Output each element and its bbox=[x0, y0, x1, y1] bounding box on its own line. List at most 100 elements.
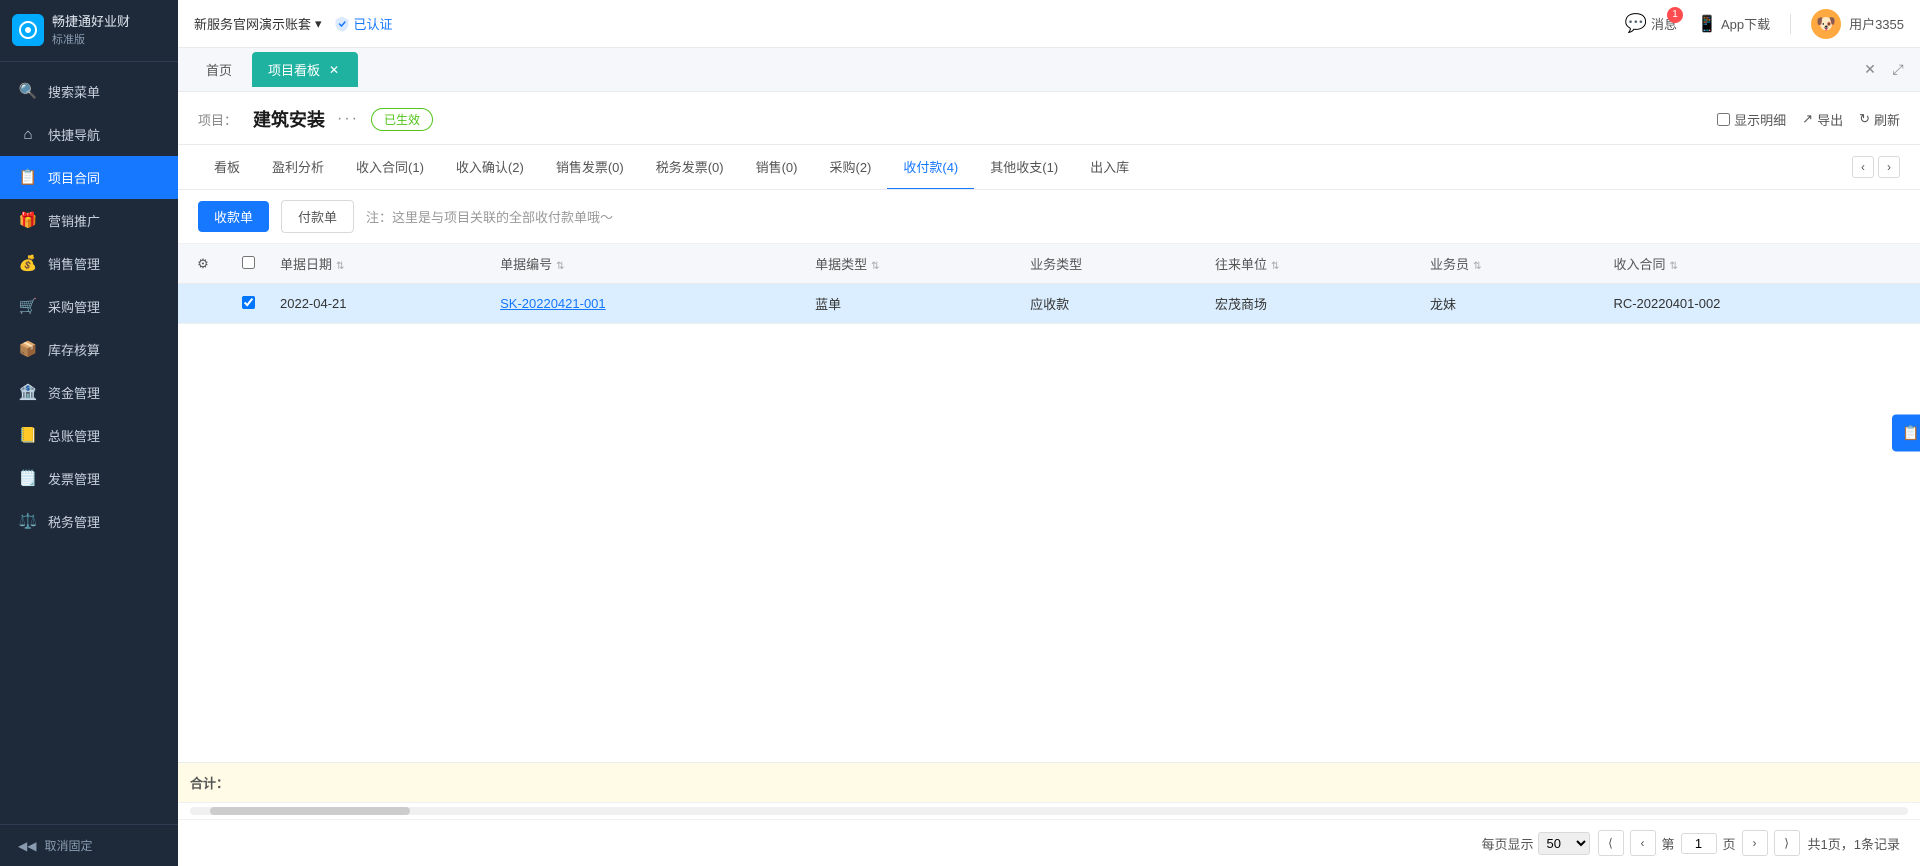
sidebar: 畅捷通好业财 标准版 🔍 搜索菜单 ⌂快捷导航📋项目合同🎁营销推广💰销售管理 🛒 采购管… bbox=[0, 0, 178, 866]
prev-page-btn[interactable]: ‹ bbox=[1630, 830, 1656, 856]
sidebar-item-contract[interactable]: 📋项目合同 bbox=[0, 156, 178, 199]
sidebar-item-marketing[interactable]: 🎁营销推广 bbox=[0, 199, 178, 242]
col-salesman[interactable]: 业务员⇅ bbox=[1418, 244, 1601, 284]
pagination: 每页显示 50 10 20 100 ⟨ ‹ 第 页 › ⟩ 共1页，1条记录 bbox=[178, 819, 1920, 866]
tab-home[interactable]: 首页 bbox=[190, 52, 248, 87]
scrollbar-track bbox=[190, 807, 1908, 815]
tab-close-icon[interactable]: ✕ bbox=[326, 62, 342, 78]
sub-tab-purchase[interactable]: 采购(2) bbox=[813, 145, 887, 190]
col-date[interactable]: 单据日期⇅ bbox=[268, 244, 488, 284]
page-size-select: 每页显示 50 10 20 100 bbox=[1481, 832, 1589, 855]
export-button[interactable]: ↗ 导出 bbox=[1802, 110, 1843, 129]
topbar: 新服务官网演示账套 ▾ 已认证 💬 消息 1 📱 App下载 bbox=[178, 0, 1920, 48]
nav-label-inventory: 库存核算 bbox=[48, 340, 100, 359]
project-actions: 显示明细 ↗ 导出 ↻ 刷新 bbox=[1717, 110, 1900, 129]
sidebar-item-search[interactable]: 🔍 搜索菜单 bbox=[0, 70, 178, 113]
show-detail-input[interactable] bbox=[1717, 113, 1730, 126]
nav-label-finance: 资金管理 bbox=[48, 383, 100, 402]
page-label: 第 bbox=[1662, 834, 1675, 853]
row-code-0[interactable]: SK-20220421-001 bbox=[488, 284, 803, 324]
scrollbar-thumb[interactable] bbox=[210, 807, 410, 815]
close-button[interactable]: ✕ bbox=[1860, 60, 1880, 80]
sort-partner-icon: ⇅ bbox=[1271, 261, 1279, 272]
select-all-checkbox[interactable] bbox=[242, 256, 255, 269]
float-icon: 📋 bbox=[1904, 424, 1920, 441]
sidebar-item-invoice[interactable]: 🗒️发票管理 bbox=[0, 457, 178, 500]
sidebar-item-sales[interactable]: 💰销售管理 bbox=[0, 242, 178, 285]
sidebar-item-inventory[interactable]: 📦 库存核算 bbox=[0, 328, 178, 371]
sub-tab-in-out[interactable]: 出入库 bbox=[1074, 145, 1145, 190]
horizontal-scrollbar-row bbox=[178, 802, 1920, 819]
row-contract-0: RC-20220401-002 bbox=[1601, 284, 1920, 324]
page-size-label: 每页显示 bbox=[1481, 834, 1533, 853]
sidebar-header: 畅捷通好业财 标准版 bbox=[0, 0, 178, 62]
total-label: 合计： bbox=[190, 773, 229, 792]
dropdown-icon: ▾ bbox=[315, 16, 322, 32]
nav-icon-purchase: 🛒 bbox=[18, 297, 38, 315]
page-number-input[interactable] bbox=[1681, 833, 1717, 854]
row-check-0[interactable] bbox=[228, 284, 268, 324]
nav-icon-search: 🔍 bbox=[18, 82, 38, 100]
float-quick-button[interactable]: 📋 bbox=[1892, 414, 1920, 451]
table-row[interactable]: 2022-04-21 SK-20220421-001 蓝单 应收款 宏茂商场 龙… bbox=[178, 284, 1920, 324]
nav-icon-tax: ⚖️ bbox=[18, 512, 38, 530]
sidebar-item-finance[interactable]: 🏦资金管理 bbox=[0, 371, 178, 414]
nav-label-search: 搜索菜单 bbox=[48, 82, 100, 101]
filter-note: 注：这里是与项目关联的全部收付款单哦～ bbox=[366, 207, 613, 226]
more-button[interactable]: ··· bbox=[337, 110, 359, 128]
sub-tab-kanban[interactable]: 看板 bbox=[198, 145, 256, 190]
account-selector[interactable]: 新服务官网演示账套 ▾ bbox=[194, 14, 322, 33]
status-badge: 已生效 bbox=[371, 108, 433, 131]
sub-tab-sales-invoice[interactable]: 销售发票(0) bbox=[540, 145, 640, 190]
page-nav: ⟨ ‹ 第 页 › ⟩ bbox=[1598, 830, 1800, 856]
sub-tab-income-confirm[interactable]: 收入确认(2) bbox=[440, 145, 540, 190]
refresh-button[interactable]: ↻ 刷新 bbox=[1859, 110, 1900, 129]
maximize-button[interactable]: ⤢ bbox=[1888, 60, 1908, 80]
page-size-dropdown[interactable]: 50 10 20 100 bbox=[1538, 832, 1590, 855]
sub-tab-sales[interactable]: 销售(0) bbox=[740, 145, 814, 190]
sidebar-item-quicknav[interactable]: ⌂快捷导航 bbox=[0, 113, 178, 156]
certified-label: 已认证 bbox=[354, 14, 393, 33]
col-income-contract[interactable]: 收入合同⇅ bbox=[1601, 244, 1920, 284]
first-page-btn[interactable]: ⟨ bbox=[1598, 830, 1624, 856]
window-controls: ✕ ⤢ bbox=[1860, 60, 1908, 80]
sort-contract-icon: ⇅ bbox=[1669, 261, 1677, 272]
account-name: 新服务官网演示账套 bbox=[194, 14, 311, 33]
last-page-btn[interactable]: ⟩ bbox=[1774, 830, 1800, 856]
row-salesman-0: 龙妹 bbox=[1418, 284, 1601, 324]
sub-tab-income-contract[interactable]: 收入合同(1) bbox=[340, 145, 440, 190]
next-page-btn[interactable]: › bbox=[1742, 830, 1768, 856]
nav-label-purchase: 采购管理 bbox=[48, 297, 100, 316]
nav-icon-inventory: 📦 bbox=[18, 340, 38, 358]
col-code[interactable]: 单据编号⇅ bbox=[488, 244, 803, 284]
sub-tab-receipt[interactable]: 收付款(4) bbox=[887, 145, 974, 190]
unpin-button[interactable]: ◀◀ 取消固定 bbox=[0, 824, 178, 866]
nav-label-sales: 销售管理 bbox=[48, 254, 100, 273]
sub-tab-tax-invoice[interactable]: 税务发票(0) bbox=[640, 145, 740, 190]
receipt-btn[interactable]: 收款单 bbox=[198, 201, 269, 232]
sidebar-item-purchase[interactable]: 🛒 采购管理 bbox=[0, 285, 178, 328]
col-gear[interactable]: ⚙ bbox=[178, 244, 228, 284]
user-menu[interactable]: 🐶 用户3355 bbox=[1811, 9, 1904, 39]
sub-tab-next[interactable]: › bbox=[1878, 156, 1900, 178]
tab-home-label: 首页 bbox=[206, 60, 232, 79]
show-detail-checkbox[interactable]: 显示明细 bbox=[1717, 110, 1786, 129]
tab-project-board[interactable]: 项目看板 ✕ bbox=[252, 52, 358, 87]
sidebar-item-ledger[interactable]: 📒总账管理 bbox=[0, 414, 178, 457]
nav-label-quicknav: 快捷导航 bbox=[48, 125, 100, 144]
app-download-button[interactable]: 📱 App下载 bbox=[1697, 14, 1770, 34]
data-table-container: ⚙ 单据日期⇅ 单据编号⇅ 单据类型⇅ 业务类型 bbox=[178, 244, 1920, 762]
message-button[interactable]: 💬 消息 1 bbox=[1625, 13, 1677, 34]
sidebar-item-tax[interactable]: ⚖️税务管理 bbox=[0, 500, 178, 543]
payment-btn[interactable]: 付款单 bbox=[281, 200, 354, 233]
sort-code-icon: ⇅ bbox=[556, 261, 564, 272]
col-biz-type: 业务类型 bbox=[1018, 244, 1203, 284]
col-partner[interactable]: 往来单位⇅ bbox=[1203, 244, 1418, 284]
col-type[interactable]: 单据类型⇅ bbox=[803, 244, 1018, 284]
refresh-icon: ↻ bbox=[1859, 111, 1870, 127]
sub-tab-other-expense[interactable]: 其他收支(1) bbox=[974, 145, 1074, 190]
message-icon: 💬 bbox=[1625, 13, 1647, 34]
shield-icon bbox=[334, 16, 350, 32]
sub-tab-profit[interactable]: 盈利分析 bbox=[256, 145, 340, 190]
sub-tab-prev[interactable]: ‹ bbox=[1852, 156, 1874, 178]
